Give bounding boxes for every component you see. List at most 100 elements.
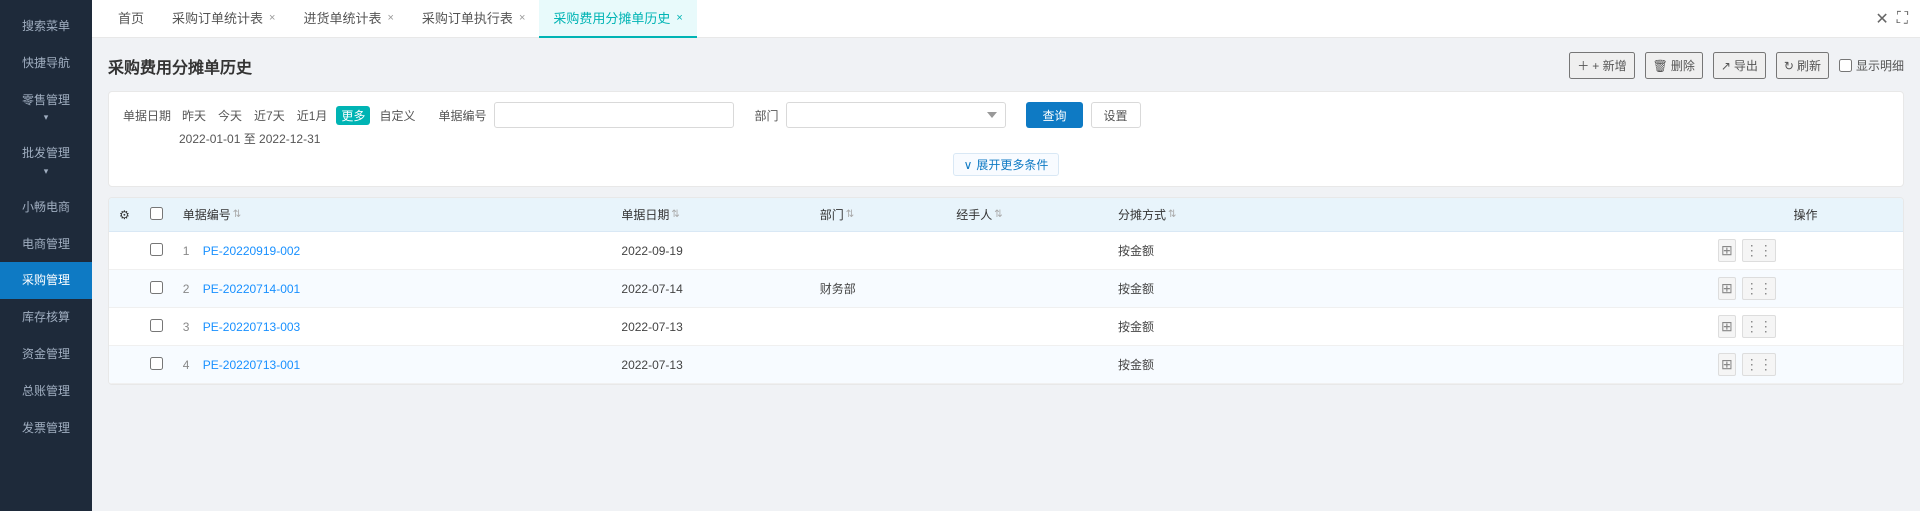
row-number: 4 [183, 358, 190, 372]
row-doc-no[interactable]: 3 PE-20220713-003 [173, 308, 612, 346]
doc-no-link[interactable]: PE-20220714-001 [203, 282, 300, 296]
row-checkbox-cell[interactable] [140, 232, 173, 270]
page-header: 采购费用分摊单历史 ＋ + 新增 🗑 删除 ↗ 导出 ↻ 刷新 [108, 52, 1904, 79]
sidebar-item-quick-nav[interactable]: 快捷导航 [0, 45, 92, 82]
row-settings-cell[interactable] [109, 346, 140, 384]
row-settings-cell[interactable] [109, 270, 140, 308]
shortcut-yesterday[interactable]: 昨天 [179, 106, 209, 125]
sort-icon: ⇅ [1168, 209, 1176, 220]
tab-inbound-stats[interactable]: 进货单统计表 × [289, 0, 407, 38]
doc-no-link[interactable]: PE-20220713-001 [203, 358, 300, 372]
filter-actions: 查询 设置 [1026, 102, 1140, 128]
query-button[interactable]: 查询 [1026, 102, 1082, 128]
col-checkbox-header[interactable] [140, 198, 173, 232]
refresh-button[interactable]: ↻ 刷新 [1776, 52, 1829, 79]
col-handler-header[interactable]: 经手人 ⇅ [946, 198, 1108, 232]
row-number: 2 [183, 282, 190, 296]
close-icon[interactable]: × [387, 12, 393, 24]
shortcut-custom[interactable]: 自定义 [376, 106, 418, 125]
view-icon[interactable]: ⊞ [1718, 239, 1736, 262]
doc-no-input[interactable] [494, 102, 734, 128]
tab-purchase-cost-split[interactable]: 采购费用分摊单历史 × [539, 0, 696, 38]
view-icon[interactable]: ⊞ [1718, 315, 1736, 338]
close-icon[interactable]: × [676, 12, 682, 24]
row-ops: ⊞ ⋮⋮ [1708, 270, 1903, 308]
dept-label: 部门 [754, 107, 778, 124]
sidebar-item-ecom[interactable]: 电商管理 [0, 226, 92, 263]
row-settings-cell[interactable] [109, 308, 140, 346]
table-row: 4 PE-20220713-001 2022-07-13 按金额 ⊞ ⋮⋮ [109, 346, 1903, 384]
add-button[interactable]: ＋ + 新增 [1569, 52, 1634, 79]
sidebar-item-wholesale[interactable]: 批发管理 ▾ [0, 135, 92, 189]
doc-no-link[interactable]: PE-20220713-003 [203, 320, 300, 334]
sidebar-item-search[interactable]: 搜索菜单 [0, 8, 92, 45]
row-checkbox[interactable] [150, 357, 163, 370]
shortcut-1month[interactable]: 近1月 [294, 106, 331, 125]
dept-select[interactable] [786, 102, 1006, 128]
row-checkbox-cell[interactable] [140, 346, 173, 384]
more-ops-icon[interactable]: ⋮⋮ [1742, 353, 1776, 376]
dept-filter-group: 部门 [754, 102, 1006, 128]
row-doc-no[interactable]: 4 PE-20220713-001 [173, 346, 612, 384]
select-all-checkbox[interactable] [150, 207, 163, 220]
plus-icon: ＋ [1577, 57, 1589, 74]
view-icon[interactable]: ⊞ [1718, 353, 1736, 376]
row-checkbox[interactable] [150, 319, 163, 332]
show-cols-checkbox[interactable]: 显示明细 [1839, 57, 1904, 74]
view-icon[interactable]: ⊞ [1718, 277, 1736, 300]
chevron-down-icon: ▾ [44, 112, 49, 122]
row-number: 1 [183, 244, 190, 258]
tab-home[interactable]: 首页 [104, 0, 158, 38]
col-settings-header[interactable]: ⚙ [109, 198, 140, 232]
row-handler [946, 308, 1108, 346]
row-checkbox[interactable] [150, 281, 163, 294]
date-label: 单据日期 [123, 107, 171, 124]
tab-purchase-order-stats[interactable]: 采购订单统计表 × [158, 0, 289, 38]
close-icon[interactable]: × [519, 12, 525, 24]
col-handler-label: 经手人 [956, 206, 992, 223]
row-handler [946, 232, 1108, 270]
col-split-method-header[interactable]: 分摊方式 ⇅ [1108, 198, 1708, 232]
sidebar-item-ledger[interactable]: 总账管理 [0, 373, 92, 410]
sidebar-item-inventory[interactable]: 库存核算 [0, 299, 92, 336]
row-number: 3 [183, 320, 190, 334]
delete-button[interactable]: 🗑 删除 [1645, 52, 1703, 79]
more-ops-icon[interactable]: ⋮⋮ [1742, 277, 1776, 300]
more-ops-icon[interactable]: ⋮⋮ [1742, 239, 1776, 262]
doc-no-link[interactable]: PE-20220919-002 [203, 244, 300, 258]
tab-bar-actions: ✕ ⛶ [1875, 9, 1908, 29]
sidebar-item-retail[interactable]: 零售管理 ▾ [0, 82, 92, 136]
doc-no-filter-group: 单据编号 [438, 102, 734, 128]
sidebar-item-finance[interactable]: 资金管理 [0, 336, 92, 373]
sort-icon: ⇅ [846, 209, 854, 220]
sidebar-item-purchase[interactable]: 采购管理 [0, 262, 92, 299]
row-doc-date: 2022-07-14 [611, 270, 809, 308]
row-checkbox[interactable] [150, 243, 163, 256]
col-doc-date-header[interactable]: 单据日期 ⇅ [611, 198, 809, 232]
more-ops-icon[interactable]: ⋮⋮ [1742, 315, 1776, 338]
expand-conditions-button[interactable]: ∨ 展开更多条件 [953, 153, 1060, 176]
page-content: 采购费用分摊单历史 ＋ + 新增 🗑 删除 ↗ 导出 ↻ 刷新 [92, 38, 1920, 511]
sort-icon: ⇅ [233, 209, 241, 220]
col-doc-no-header[interactable]: 单据编号 ⇅ [173, 198, 612, 232]
sidebar-item-mini-ecom[interactable]: 小畅电商 [0, 189, 92, 226]
doc-no-label: 单据编号 [438, 107, 486, 124]
row-doc-no[interactable]: 1 PE-20220919-002 [173, 232, 612, 270]
show-cols-input[interactable] [1839, 59, 1852, 72]
shortcut-7days[interactable]: 近7天 [251, 106, 288, 125]
close-all-icon[interactable]: ✕ [1875, 9, 1888, 29]
export-button[interactable]: ↗ 导出 [1713, 52, 1766, 79]
shortcut-more[interactable]: 更多 [336, 106, 370, 125]
col-doc-no-label: 单据编号 [183, 206, 231, 223]
row-checkbox-cell[interactable] [140, 308, 173, 346]
fullscreen-icon[interactable]: ⛶ [1897, 10, 1908, 28]
col-dept-header[interactable]: 部门 ⇅ [810, 198, 947, 232]
shortcut-today[interactable]: 今天 [215, 106, 245, 125]
close-icon[interactable]: × [269, 12, 275, 24]
row-settings-cell[interactable] [109, 232, 140, 270]
tab-purchase-order-exec[interactable]: 采购订单执行表 × [408, 0, 539, 38]
row-checkbox-cell[interactable] [140, 270, 173, 308]
filter-settings-button[interactable]: 设置 [1091, 102, 1141, 128]
row-doc-no[interactable]: 2 PE-20220714-001 [173, 270, 612, 308]
sidebar-item-invoice[interactable]: 发票管理 [0, 410, 92, 447]
